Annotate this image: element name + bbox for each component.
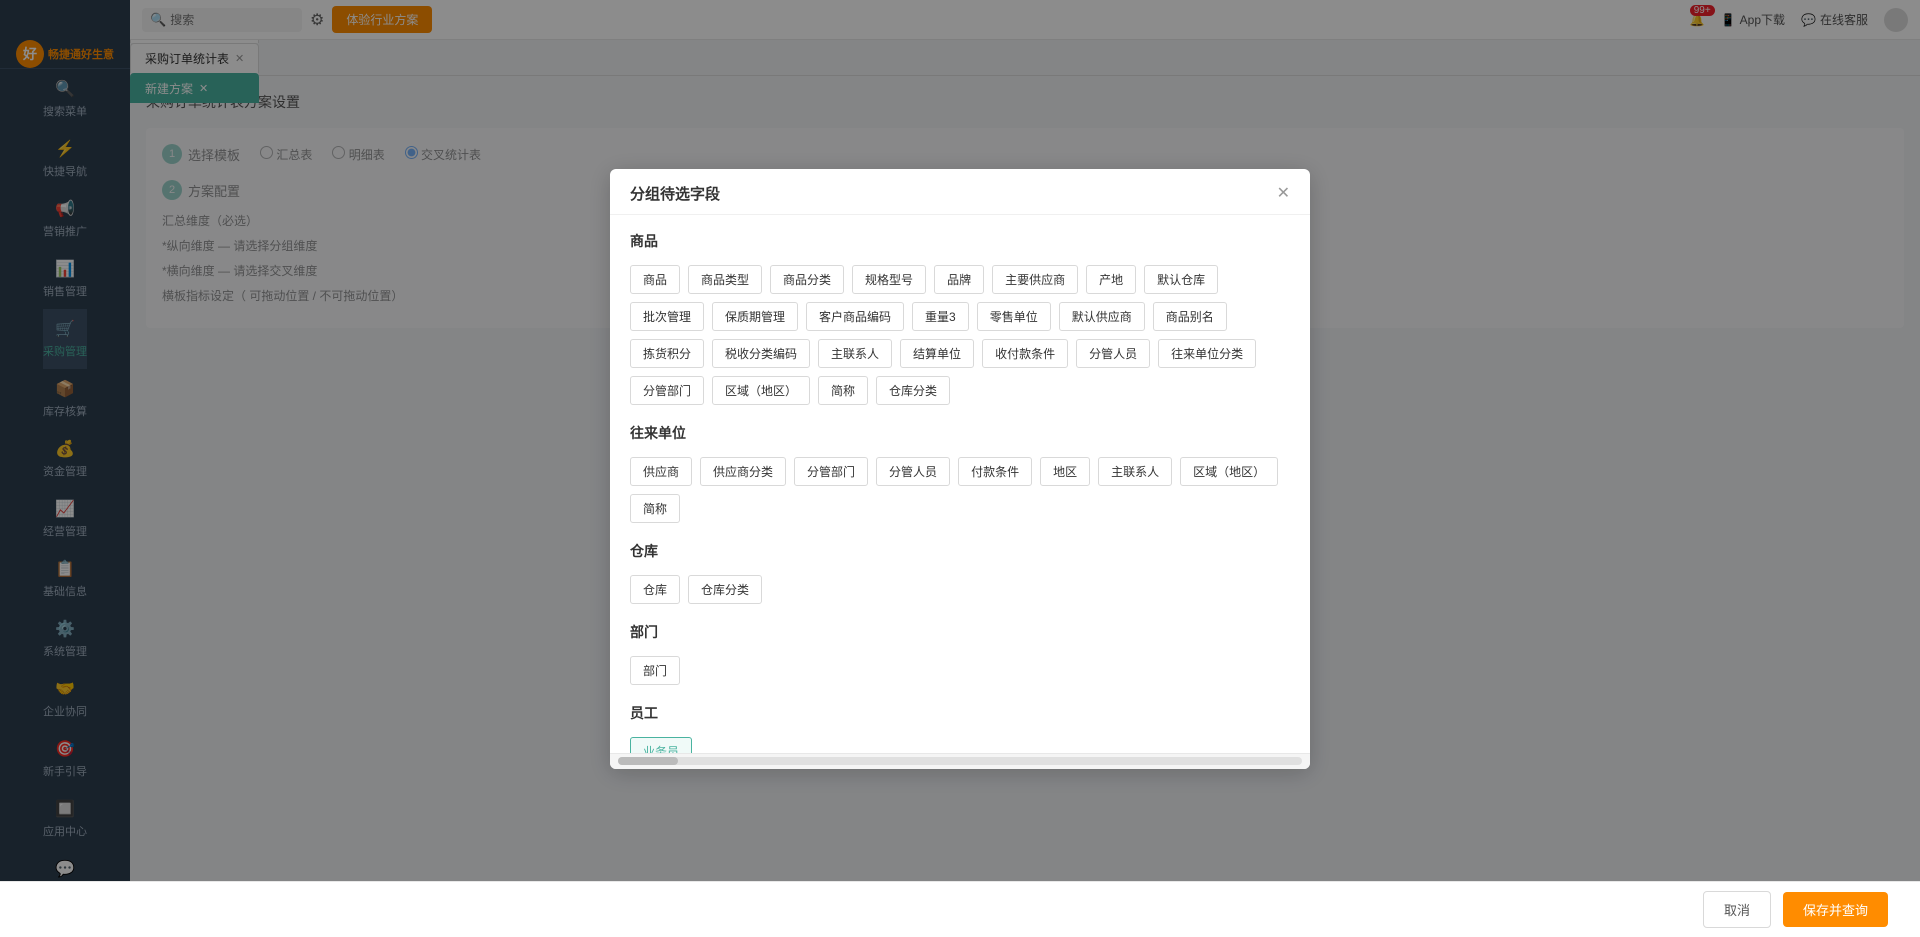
field-tag-0-16[interactable]: 税收分类编码 [712, 339, 810, 368]
field-tag-0-23[interactable]: 区域（地区） [712, 376, 810, 405]
field-tag-4-0[interactable]: 业务员 [630, 737, 692, 754]
field-tag-0-7[interactable]: 默认仓库 [1144, 265, 1218, 294]
field-tag-0-2[interactable]: 商品分类 [770, 265, 844, 294]
field-tag-0-24[interactable]: 简称 [818, 376, 868, 405]
field-tag-1-8[interactable]: 简称 [630, 494, 680, 523]
field-tag-1-5[interactable]: 地区 [1040, 457, 1090, 486]
field-tag-0-19[interactable]: 收付款条件 [982, 339, 1068, 368]
field-tag-1-2[interactable]: 分管部门 [794, 457, 868, 486]
section-title-1: 往来单位 [630, 423, 1290, 447]
field-tag-1-6[interactable]: 主联系人 [1098, 457, 1172, 486]
field-tag-1-7[interactable]: 区域（地区） [1180, 457, 1278, 486]
field-tag-1-1[interactable]: 供应商分类 [700, 457, 786, 486]
field-tag-0-6[interactable]: 产地 [1086, 265, 1136, 294]
field-tag-1-4[interactable]: 付款条件 [958, 457, 1032, 486]
field-tag-0-3[interactable]: 规格型号 [852, 265, 926, 294]
field-tag-1-0[interactable]: 供应商 [630, 457, 692, 486]
cancel-button[interactable]: 取消 [1703, 891, 1771, 928]
field-tag-2-0[interactable]: 仓库 [630, 575, 680, 604]
bottom-actions: 取消 保存并查询 [0, 881, 1920, 937]
field-tag-0-20[interactable]: 分管人员 [1076, 339, 1150, 368]
section-title-3: 部门 [630, 622, 1290, 646]
field-tag-0-11[interactable]: 重量3 [912, 302, 969, 331]
section-title-4: 员工 [630, 703, 1290, 727]
horizontal-scrollbar[interactable] [618, 757, 1302, 765]
modal: 分组待选字段 ✕ 商品商品商品类型商品分类规格型号品牌主要供应商产地默认仓库批次… [610, 169, 1310, 769]
field-tags-2: 仓库仓库分类 [630, 575, 1290, 604]
field-tag-0-15[interactable]: 拣货积分 [630, 339, 704, 368]
field-tag-0-22[interactable]: 分管部门 [630, 376, 704, 405]
modal-overlay: 分组待选字段 ✕ 商品商品商品类型商品分类规格型号品牌主要供应商产地默认仓库批次… [0, 0, 1920, 937]
save-button[interactable]: 保存并查询 [1783, 892, 1888, 927]
field-tags-3: 部门 [630, 656, 1290, 685]
field-tags-0: 商品商品类型商品分类规格型号品牌主要供应商产地默认仓库批次管理保质期管理客户商品… [630, 265, 1290, 405]
modal-close-button[interactable]: ✕ [1277, 183, 1290, 203]
section-3: 部门部门 [630, 622, 1290, 685]
field-tag-0-10[interactable]: 客户商品编码 [806, 302, 904, 331]
section-2: 仓库仓库仓库分类 [630, 541, 1290, 604]
field-tag-0-17[interactable]: 主联系人 [818, 339, 892, 368]
field-tag-1-3[interactable]: 分管人员 [876, 457, 950, 486]
field-tag-0-9[interactable]: 保质期管理 [712, 302, 798, 331]
field-tag-3-0[interactable]: 部门 [630, 656, 680, 685]
field-tag-0-18[interactable]: 结算单位 [900, 339, 974, 368]
field-tag-0-8[interactable]: 批次管理 [630, 302, 704, 331]
scrollbar-thumb [618, 757, 678, 765]
section-0: 商品商品商品类型商品分类规格型号品牌主要供应商产地默认仓库批次管理保质期管理客户… [630, 231, 1290, 405]
field-tag-0-12[interactable]: 零售单位 [977, 302, 1051, 331]
field-tag-0-25[interactable]: 仓库分类 [876, 376, 950, 405]
section-4: 员工业务员 [630, 703, 1290, 754]
field-tag-0-14[interactable]: 商品别名 [1153, 302, 1227, 331]
field-tags-1: 供应商供应商分类分管部门分管人员付款条件地区主联系人区域（地区） 简称 [630, 457, 1290, 523]
field-tag-0-0[interactable]: 商品 [630, 265, 680, 294]
field-tag-2-1[interactable]: 仓库分类 [688, 575, 762, 604]
modal-header: 分组待选字段 ✕ [610, 169, 1310, 215]
field-tags-4: 业务员 [630, 737, 1290, 754]
field-tag-0-4[interactable]: 品牌 [934, 265, 984, 294]
section-title-2: 仓库 [630, 541, 1290, 565]
modal-footer-scrollbar [610, 753, 1310, 768]
modal-body[interactable]: 商品商品商品类型商品分类规格型号品牌主要供应商产地默认仓库批次管理保质期管理客户… [610, 215, 1310, 754]
section-1: 往来单位供应商供应商分类分管部门分管人员付款条件地区主联系人区域（地区） 简称 [630, 423, 1290, 523]
modal-title: 分组待选字段 [630, 183, 720, 204]
field-tag-0-13[interactable]: 默认供应商 [1059, 302, 1145, 331]
field-tag-0-5[interactable]: 主要供应商 [992, 265, 1078, 294]
section-title-0: 商品 [630, 231, 1290, 255]
field-tag-0-21[interactable]: 往来单位分类 [1158, 339, 1256, 368]
field-tag-0-1[interactable]: 商品类型 [688, 265, 762, 294]
